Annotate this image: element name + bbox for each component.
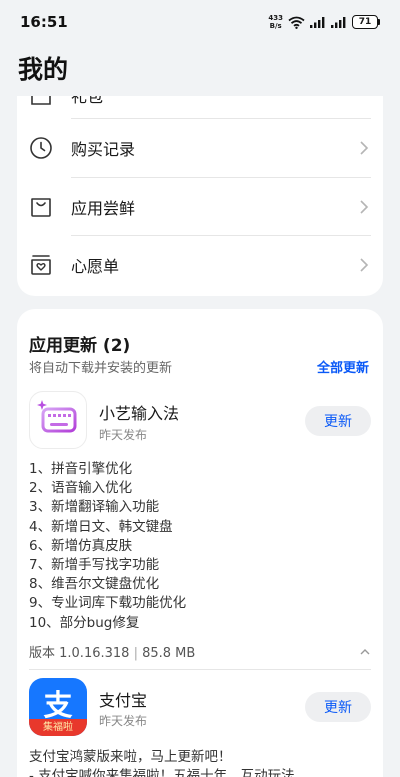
alipay-app-icon[interactable]: 支 集福啦 — [29, 678, 87, 736]
release-notes: 1、拼音引擎优化 2、语音输入优化 3、新增翻译输入功能 4、新增日文、韩文键盘… — [29, 460, 186, 633]
menu-item-purchase-history[interactable]: 购买记录 — [17, 119, 383, 177]
app-name: 小艺输入法 — [99, 404, 180, 423]
alipay-badge: 集福啦 — [29, 719, 87, 736]
alipay-logo-char: 支 — [43, 688, 73, 722]
menu-item-label: 购买记录 — [71, 140, 136, 159]
battery-level: 71 — [352, 15, 378, 29]
release-note-line: 7、新增手写找字功能 — [29, 557, 160, 574]
battery-icon: 71 — [352, 15, 380, 29]
updates-title: 应用更新 (2) — [29, 336, 131, 356]
update-button[interactable]: 更新 — [305, 406, 371, 436]
network-speed-unit: B/s — [269, 22, 282, 30]
xiaoyi-input-app-icon[interactable] — [29, 391, 87, 449]
update-all-button[interactable]: 全部更新 — [317, 357, 369, 376]
menu-item-label: 心愿单 — [71, 257, 120, 276]
version-number: 版本 1.0.16.318 — [29, 646, 130, 661]
clock-icon — [30, 137, 52, 159]
release-note-line: 2、语音输入优化 — [29, 480, 133, 497]
heart-box-icon — [31, 255, 51, 275]
chevron-right-icon — [360, 200, 369, 214]
divider — [29, 669, 371, 670]
keyboard-icon — [37, 400, 77, 433]
network-speed: 433 B/s — [268, 14, 283, 30]
release-note-line: 10、部分bug修复 — [29, 614, 140, 631]
gift-icon — [31, 96, 51, 105]
version-text: 版本 1.0.16.318 | 85.8 MB — [29, 642, 195, 661]
update-button[interactable]: 更新 — [305, 692, 371, 722]
release-note-line: 4、新增日文、韩文键盘 — [29, 518, 173, 535]
status-bar: 16:51 433 B/s 71 — [0, 0, 400, 44]
chevron-right-icon — [360, 258, 369, 272]
version-info: 版本 1.0.16.318 | 85.8 MB — [29, 642, 371, 661]
chevron-up-icon[interactable] — [359, 648, 371, 656]
app-release-date: 昨天发布 — [99, 428, 148, 442]
app-release-date: 昨天发布 — [99, 714, 148, 728]
menu-item-partial-label: 礼包 — [71, 96, 104, 106]
signal-icon — [310, 17, 325, 28]
page-title: 我的 — [18, 55, 69, 84]
menu-item-app-trial[interactable]: 应用尝鲜 — [17, 178, 383, 236]
version-separator: | — [133, 646, 143, 661]
app-name: 支付宝 — [99, 691, 148, 710]
app-description: - 支付宝喊你来集福啦！五福十年，互动玩法 — [29, 768, 295, 777]
release-note-line: 6、新增仿真皮肤 — [29, 537, 133, 554]
release-note-line: 1、拼音引擎优化 — [29, 461, 133, 477]
menu-card: 礼包 购买记录 应用尝鲜 心愿单 — [17, 96, 383, 296]
release-note-line: 8、维吾尔文键盘优化 — [29, 576, 160, 593]
menu-item-label: 应用尝鲜 — [71, 199, 136, 218]
release-note-line: 3、新增翻译输入功能 — [29, 499, 160, 516]
app-description: 支付宝鸿蒙版来啦，马上更新吧！ — [29, 749, 232, 765]
wifi-icon — [288, 16, 305, 29]
battery-cap — [378, 19, 380, 25]
package-size: 85.8 MB — [142, 646, 196, 661]
signal-icon-2 — [331, 17, 346, 28]
bag-icon — [31, 198, 51, 217]
chevron-right-icon — [360, 141, 369, 155]
network-speed-value: 433 — [268, 14, 283, 22]
status-time: 16:51 — [20, 13, 68, 31]
status-icons: 433 B/s 71 — [268, 14, 380, 30]
release-note-line: 9、专业词库下载功能优化 — [29, 595, 187, 612]
updates-card: 应用更新 (2) 将自动下载并安装的更新 全部更新 小艺输入法 昨天发布 更新 … — [17, 309, 383, 777]
menu-item-wishlist[interactable]: 心愿单 — [17, 236, 383, 294]
updates-subtitle: 将自动下载并安装的更新 — [29, 361, 173, 376]
